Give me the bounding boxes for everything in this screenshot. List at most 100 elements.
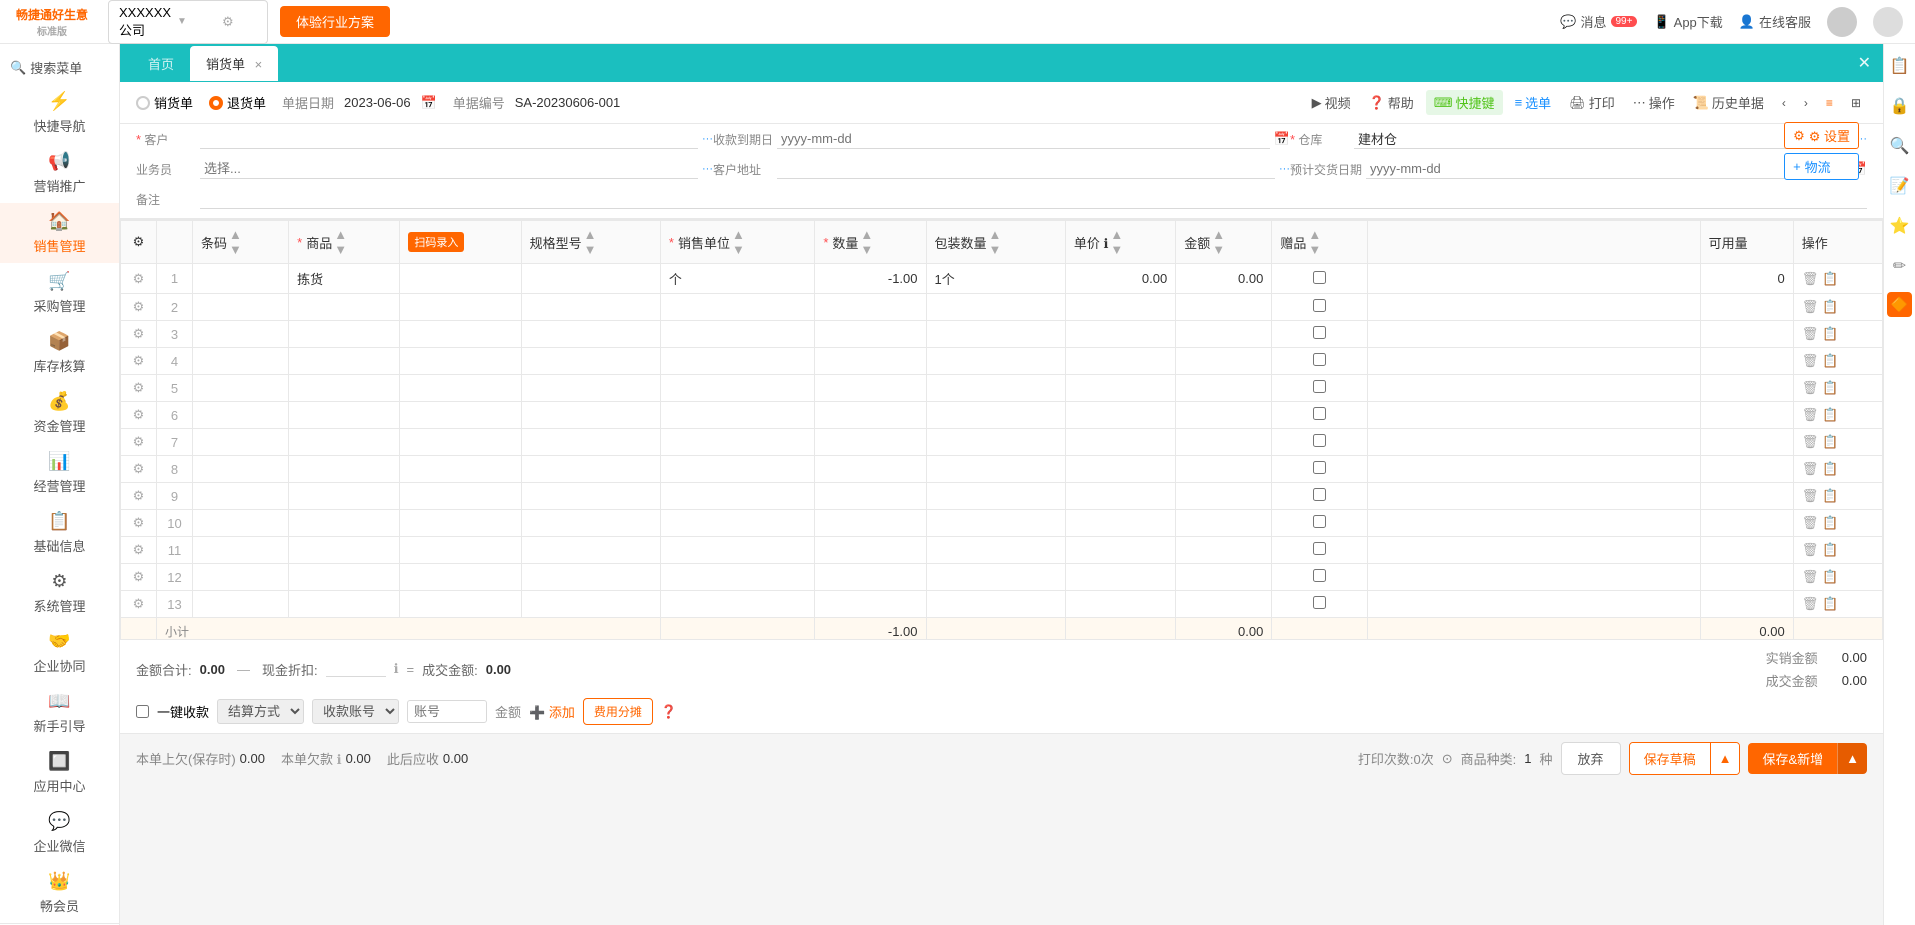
col-product-header[interactable]: *商品 ▲▼ <box>289 221 400 264</box>
delete-icon[interactable]: 🗑 <box>1802 434 1819 450</box>
row-gift[interactable] <box>1272 264 1368 294</box>
one-key-payment-checkbox[interactable] <box>136 705 149 718</box>
message-button[interactable]: 💬 消息 99+ <box>1560 12 1637 31</box>
col-amount-header[interactable]: 金额 ▲▼ <box>1176 221 1272 264</box>
tab-sales-order[interactable]: 销货单 × <box>190 46 278 81</box>
delete-icon[interactable]: 🗑 <box>1802 488 1819 504</box>
row-spec[interactable] <box>521 264 660 294</box>
copy-icon[interactable]: 📋 <box>1822 434 1838 450</box>
radio-sales[interactable]: 销货单 <box>136 93 193 112</box>
due-date-calendar-icon[interactable]: 📅 <box>1274 131 1290 147</box>
row-product[interactable]: 拣货 <box>289 264 400 294</box>
company-selector[interactable]: XXXXXX公司 ▼ ⚙ <box>108 0 268 44</box>
copy-icon[interactable]: 📋 <box>1822 488 1838 504</box>
gift-checkbox[interactable] <box>1313 271 1326 284</box>
settings-button[interactable]: ⚙ ⚙ 设置 <box>1784 122 1859 149</box>
copy-icon[interactable]: 📋 <box>1822 461 1838 477</box>
sidebar-item-appstore[interactable]: 🔲 应用中心 <box>0 743 119 803</box>
row-unit[interactable]: 个 <box>660 264 814 294</box>
customer-dots[interactable]: ··· <box>702 133 713 145</box>
delete-icon[interactable]: 🗑 <box>1802 596 1819 612</box>
sidebar-item-wechat[interactable]: 💬 企业微信 <box>0 803 119 863</box>
add-payment-btn[interactable]: ➕ 添加 <box>529 702 575 721</box>
settings-icon[interactable]: ⚙ <box>222 14 257 30</box>
gift-checkbox[interactable] <box>1313 407 1326 420</box>
row-amount[interactable]: 0.00 <box>1176 264 1272 294</box>
delete-icon[interactable]: 🗑 <box>1802 542 1819 558</box>
copy-icon[interactable]: 📋 <box>1822 271 1838 287</box>
warehouse-input[interactable] <box>1354 129 1852 149</box>
col-packqty-header[interactable]: 包装数量 ▲▼ <box>926 221 1065 264</box>
delete-icon[interactable]: 🗑 <box>1802 515 1819 531</box>
history-btn[interactable]: 📜 历史单据 <box>1687 90 1770 115</box>
sidebar-item-quick-nav[interactable]: ⚡ 快捷导航 <box>0 83 119 143</box>
copy-icon[interactable]: 📋 <box>1822 380 1838 396</box>
delivery-date-input[interactable] <box>1366 159 1847 179</box>
col-spec-header[interactable]: 规格型号 ▲▼ <box>521 221 660 264</box>
sidebar-item-inventory[interactable]: 📦 库存核算 <box>0 323 119 383</box>
discard-button[interactable]: 放弃 <box>1561 742 1621 775</box>
expense-help-icon[interactable]: ❓ <box>661 704 677 720</box>
gift-checkbox[interactable] <box>1313 326 1326 339</box>
salesperson-input[interactable] <box>200 159 698 179</box>
save-new-arrow[interactable]: ▲ <box>1837 743 1867 774</box>
sidebar-item-finance[interactable]: 💰 资金管理 <box>0 383 119 443</box>
row-unitprice[interactable]: 0.00 <box>1065 264 1175 294</box>
filter-btn[interactable]: ≡ 选单 <box>1509 90 1558 115</box>
sidebar-item-operations[interactable]: 📊 经营管理 <box>0 443 119 503</box>
delete-icon[interactable]: 🗑 <box>1802 271 1819 287</box>
scan-btn-header[interactable]: 扫码录入 <box>400 221 521 264</box>
calc-method-select[interactable]: 结算方式 <box>217 699 304 724</box>
scan-barcode-button[interactable]: 扫码录入 <box>408 232 464 252</box>
col-gift-header[interactable]: 赠品 ▲▼ <box>1272 221 1368 264</box>
nav-next-btn[interactable]: › <box>1798 93 1814 113</box>
expense-split-button[interactable]: 费用分摊 <box>583 698 653 725</box>
copy-icon[interactable]: 📋 <box>1822 515 1838 531</box>
customer-addr-dots[interactable]: ··· <box>1279 163 1290 175</box>
print-btn[interactable]: 🖨 打印 <box>1563 90 1621 115</box>
row-packqty[interactable]: 1个 <box>926 264 1065 294</box>
nav-prev-btn[interactable]: ‹ <box>1776 93 1792 113</box>
gift-checkbox[interactable] <box>1313 488 1326 501</box>
sidebar-item-member[interactable]: 👑 畅会员 <box>0 863 119 923</box>
info-icon[interactable]: ℹ <box>394 661 399 677</box>
right-panel-icon-2[interactable]: 🔒 <box>1886 92 1914 120</box>
sidebar-item-sales[interactable]: 🏠 销售管理 <box>0 203 119 263</box>
window-close-icon[interactable]: ✕ <box>1858 53 1871 73</box>
gift-checkbox[interactable] <box>1313 515 1326 528</box>
notes-input[interactable] <box>200 189 1867 209</box>
save-new-button[interactable]: 保存&新增 <box>1748 743 1837 774</box>
product-type-prefix[interactable]: ⊙ <box>1442 751 1453 767</box>
arrears-info-icon[interactable]: ℹ <box>337 752 342 767</box>
avatar[interactable] <box>1827 7 1857 37</box>
save-draft-arrow[interactable]: ▲ <box>1710 743 1740 774</box>
copy-icon[interactable]: 📋 <box>1822 542 1838 558</box>
gift-checkbox[interactable] <box>1313 353 1326 366</box>
online-service-button[interactable]: 👤 在线客服 <box>1739 12 1811 31</box>
action-btn[interactable]: ⋯ 操作 <box>1627 90 1681 115</box>
sidebar-item-marketing[interactable]: 📢 营销推广 <box>0 143 119 203</box>
due-date-input[interactable] <box>777 129 1270 149</box>
delete-icon[interactable]: 🗑 <box>1802 326 1819 342</box>
copy-icon[interactable]: 📋 <box>1822 353 1838 369</box>
gift-checkbox[interactable] <box>1313 434 1326 447</box>
search-menu[interactable]: 🔍 搜索菜单 <box>0 52 119 83</box>
copy-icon[interactable]: 📋 <box>1822 407 1838 423</box>
right-panel-icon-4[interactable]: 📝 <box>1886 172 1914 200</box>
right-panel-icon-3[interactable]: 🔍 <box>1886 132 1914 160</box>
col-available-header[interactable]: 可用量 <box>1700 221 1793 264</box>
table-container[interactable]: ⚙ 条码 ▲▼ *商品 ▲▼ <box>120 219 1883 639</box>
save-draft-button[interactable]: 保存草稿 <box>1630 743 1710 774</box>
right-panel-icon-1[interactable]: 📋 <box>1886 52 1914 80</box>
shortcut-btn[interactable]: ⌨ 快捷键 <box>1426 90 1503 115</box>
copy-icon[interactable]: 📋 <box>1822 569 1838 585</box>
gift-checkbox[interactable] <box>1313 542 1326 555</box>
delete-icon[interactable]: 🗑 <box>1802 353 1819 369</box>
delete-icon[interactable]: 🗑 <box>1802 299 1819 315</box>
copy-icon[interactable]: 📋 <box>1822 596 1838 612</box>
col-barcode-header[interactable]: 条码 ▲▼ <box>193 221 289 264</box>
cash-discount-input[interactable] <box>326 661 386 677</box>
gift-checkbox[interactable] <box>1313 380 1326 393</box>
calendar-icon[interactable]: 📅 <box>421 95 437 111</box>
row-qty[interactable]: -1.00 <box>815 264 926 294</box>
